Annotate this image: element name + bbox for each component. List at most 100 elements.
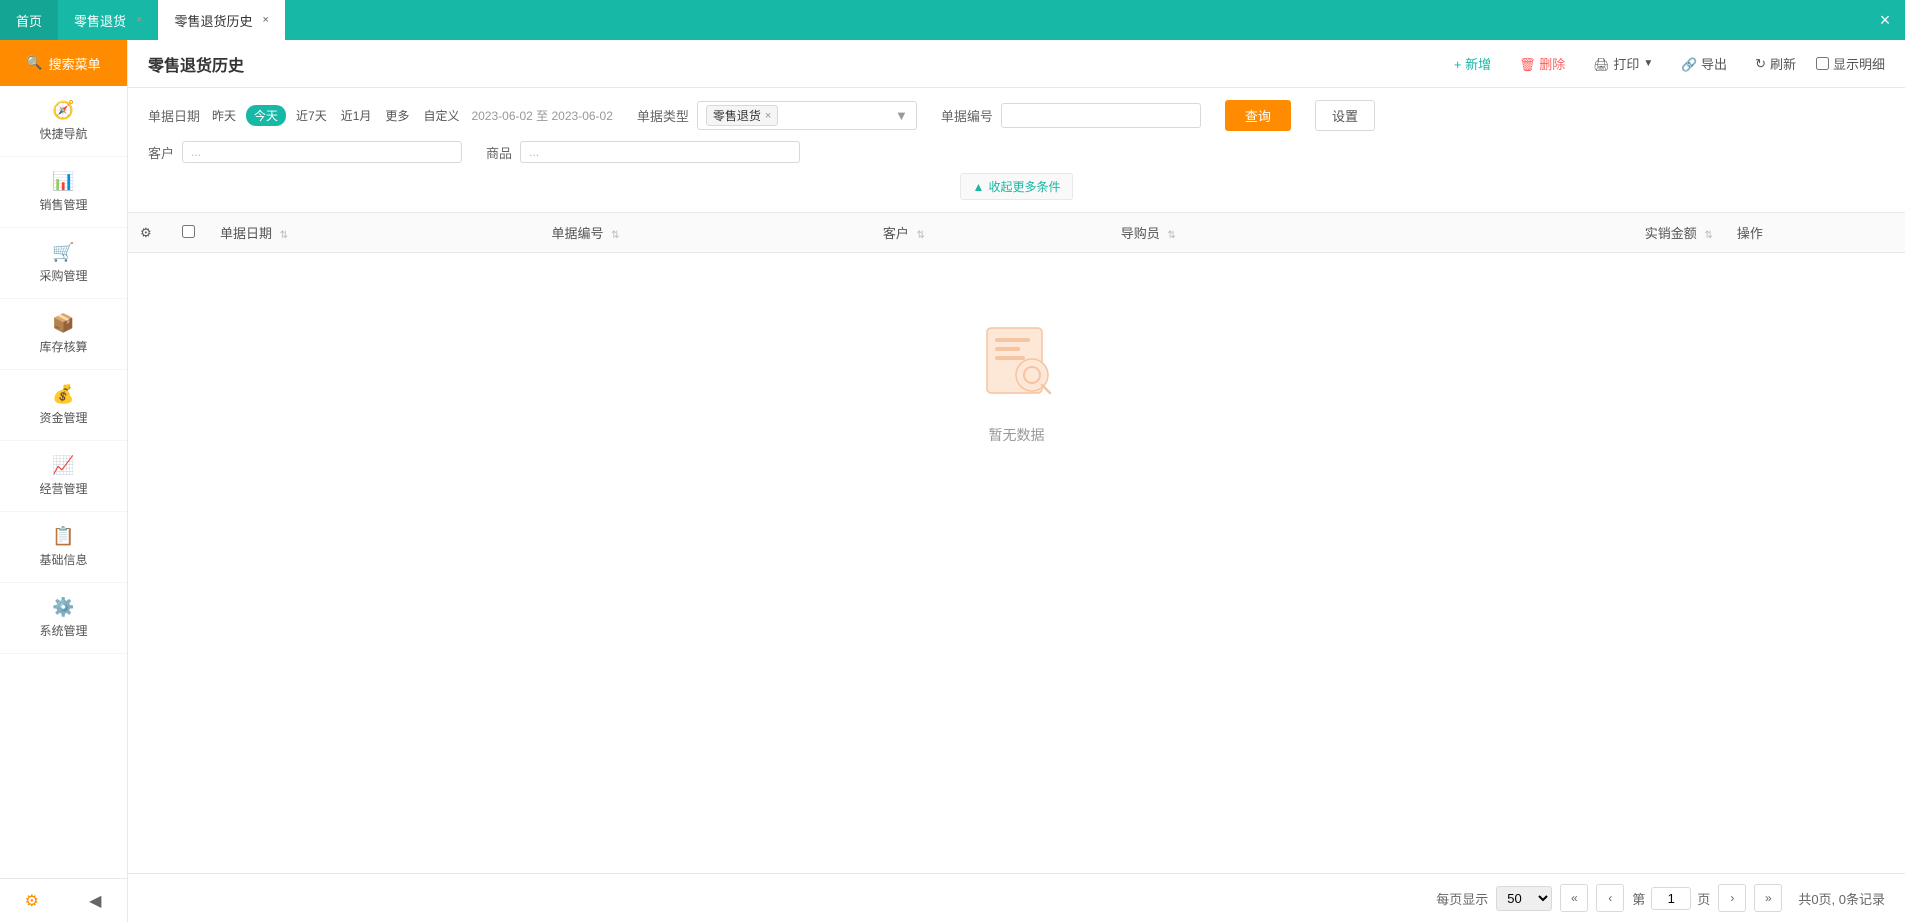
search-icon: 🔍	[26, 55, 42, 71]
sidebar-item-sales[interactable]: 📊 销售管理	[0, 157, 127, 228]
sidebar-search-label: 搜索菜单	[49, 54, 101, 73]
operation-icon: 📈	[52, 455, 74, 476]
th-amount: 实销金额 ⇅	[1393, 213, 1724, 253]
tab-retail-return[interactable]: 零售退货 ×	[58, 0, 158, 40]
query-button[interactable]: 查询	[1225, 100, 1291, 131]
sidebar-item-inventory[interactable]: 📦 库存核算	[0, 299, 127, 370]
date-range-display: 2023-06-02 至 2023-06-02	[471, 107, 612, 124]
sidebar-settings-btn[interactable]: ⚙	[0, 879, 64, 922]
page-title: 零售退货历史	[148, 52, 244, 76]
date-opt-today[interactable]: 今天	[246, 105, 286, 126]
show-detail-checkbox[interactable]	[1816, 57, 1829, 70]
date-opt-custom[interactable]: 自定义	[419, 105, 463, 126]
sales-icon: 📊	[52, 171, 74, 192]
goods-select[interactable]: ...	[520, 141, 800, 163]
print-dropdown-icon: ▼	[1643, 58, 1653, 69]
finance-icon: 💰	[52, 384, 74, 405]
sort-amount-icon[interactable]: ⇅	[1704, 230, 1712, 241]
filter-area: 单据日期 昨天 今天 近7天 近1月 更多 自定义 2023-06-02 至 2…	[128, 88, 1905, 213]
sidebar: 🔍 搜索菜单 🧭 快捷导航 📊 销售管理 🛒 采购管理 📦 库存核算 💰	[0, 40, 128, 922]
page-header: 零售退货历史 + 新增 🗑 删除 🖨 打印 ▼ 🔗 导出 ↻ ↻ 刷新	[128, 40, 1905, 88]
date-opt-last7[interactable]: 近7天	[292, 105, 331, 126]
empty-icon	[967, 313, 1067, 413]
sidebar-item-label: 系统管理	[39, 622, 87, 639]
page-number-input[interactable]	[1651, 887, 1691, 910]
sidebar-item-label: 销售管理	[39, 196, 87, 213]
sort-number-icon[interactable]: ⇅	[611, 230, 619, 241]
show-detail-checkbox-label[interactable]: 显示明细	[1816, 54, 1885, 73]
page-size-select[interactable]: 50 10 20 100	[1496, 886, 1552, 911]
doc-number-label: 单据编号	[941, 106, 993, 125]
sidebar-item-system[interactable]: ⚙️ 系统管理	[0, 583, 127, 654]
th-action: 操作	[1725, 213, 1905, 253]
print-button[interactable]: 🖨 打印 ▼	[1585, 50, 1661, 77]
filter-row-2: 客户 ... 商品 ...	[148, 141, 1885, 163]
th-number: 单据编号 ⇅	[539, 213, 870, 253]
th-date: 单据日期 ⇅	[208, 213, 539, 253]
date-opt-yesterday[interactable]: 昨天	[208, 105, 240, 126]
goods-label: 商品	[486, 143, 512, 162]
page-info: 第 页	[1632, 887, 1710, 910]
collapse-icon: ▲	[973, 180, 985, 194]
page-size-label: 每页显示	[1436, 889, 1488, 908]
sidebar-item-operation[interactable]: 📈 经营管理	[0, 441, 127, 512]
collapse-button[interactable]: ▲ 收起更多条件	[960, 173, 1074, 200]
doc-number-input[interactable]	[1001, 103, 1201, 128]
customer-placeholder: ...	[191, 145, 201, 159]
inventory-icon: 📦	[52, 313, 74, 334]
system-icon: ⚙️	[52, 597, 74, 618]
customer-select[interactable]: ...	[182, 141, 462, 163]
tab-retail-return-history[interactable]: 零售退货历史 ×	[158, 0, 284, 40]
sort-date-icon[interactable]: ⇅	[280, 230, 288, 241]
filter-row-1: 单据日期 昨天 今天 近7天 近1月 更多 自定义 2023-06-02 至 2…	[148, 100, 1885, 131]
sidebar-collapse-btn[interactable]: ◀	[64, 879, 128, 922]
tab-retail-return-close[interactable]: ×	[136, 14, 142, 26]
date-opt-more[interactable]: 更多	[381, 105, 413, 126]
sidebar-search[interactable]: 🔍 搜索菜单	[0, 40, 127, 86]
sidebar-footer: ⚙ ◀	[0, 878, 127, 922]
prev-page-button[interactable]: ‹	[1596, 884, 1624, 912]
delete-button[interactable]: 🗑 删除	[1511, 50, 1573, 77]
sidebar-item-label: 基础信息	[39, 551, 87, 568]
goods-placeholder: ...	[529, 145, 539, 159]
doc-type-select[interactable]: 零售退货 × ▼	[697, 101, 917, 130]
doc-type-label: 单据类型	[637, 106, 689, 125]
refresh-button[interactable]: ↻ ↻ 刷新 刷新	[1747, 50, 1804, 77]
data-table: ⚙ 单据日期 ⇅ 单据编号 ⇅	[128, 213, 1905, 253]
window-close-button[interactable]: ×	[1865, 0, 1905, 40]
top-bar: 首页 零售退货 × 零售退货历史 × ×	[0, 0, 1905, 40]
doc-type-tag: 零售退货 ×	[706, 105, 778, 126]
total-info: 共0页, 0条记录	[1798, 889, 1885, 908]
select-all-checkbox[interactable]	[182, 225, 195, 238]
tab-home[interactable]: 首页	[0, 0, 58, 40]
customer-label: 客户	[148, 143, 174, 162]
table-header-row: ⚙ 单据日期 ⇅ 单据编号 ⇅	[128, 213, 1905, 253]
th-settings: ⚙	[128, 213, 168, 253]
sidebar-item-finance[interactable]: 💰 资金管理	[0, 370, 127, 441]
th-guide: 导购员 ⇅	[1109, 213, 1394, 253]
sidebar-item-purchase[interactable]: 🛒 采购管理	[0, 228, 127, 299]
sidebar-item-basic-info[interactable]: 📋 基础信息	[0, 512, 127, 583]
empty-state: 暂无数据	[128, 253, 1905, 505]
doc-type-tag-remove[interactable]: ×	[765, 110, 771, 122]
sort-guide-icon[interactable]: ⇅	[1167, 230, 1175, 241]
settings-button[interactable]: 设置	[1315, 100, 1375, 131]
doc-type-dropdown-icon: ▼	[895, 108, 908, 123]
tab-retail-return-history-close[interactable]: ×	[262, 14, 268, 26]
first-page-button[interactable]: «	[1560, 884, 1588, 912]
table-settings-icon[interactable]: ⚙	[140, 225, 152, 240]
sidebar-item-quick-nav[interactable]: 🧭 快捷导航	[0, 86, 127, 157]
export-button[interactable]: 🔗 导出	[1673, 50, 1735, 77]
sidebar-item-label: 库存核算	[39, 338, 87, 355]
new-button[interactable]: + 新增	[1446, 50, 1499, 77]
page-label: 页	[1697, 889, 1710, 908]
sidebar-menu: 🧭 快捷导航 📊 销售管理 🛒 采购管理 📦 库存核算 💰 资金管理 📈	[0, 86, 127, 878]
main-layout: 🔍 搜索菜单 🧭 快捷导航 📊 销售管理 🛒 采购管理 📦 库存核算 💰	[0, 40, 1905, 922]
purchase-icon: 🛒	[52, 242, 74, 263]
quick-nav-icon: 🧭	[52, 100, 74, 121]
sort-customer-icon[interactable]: ⇅	[917, 230, 925, 241]
next-page-button[interactable]: ›	[1718, 884, 1746, 912]
tab-list: 首页 零售退货 × 零售退货历史 ×	[0, 0, 1865, 40]
date-opt-last-month[interactable]: 近1月	[337, 105, 376, 126]
last-page-button[interactable]: »	[1754, 884, 1782, 912]
